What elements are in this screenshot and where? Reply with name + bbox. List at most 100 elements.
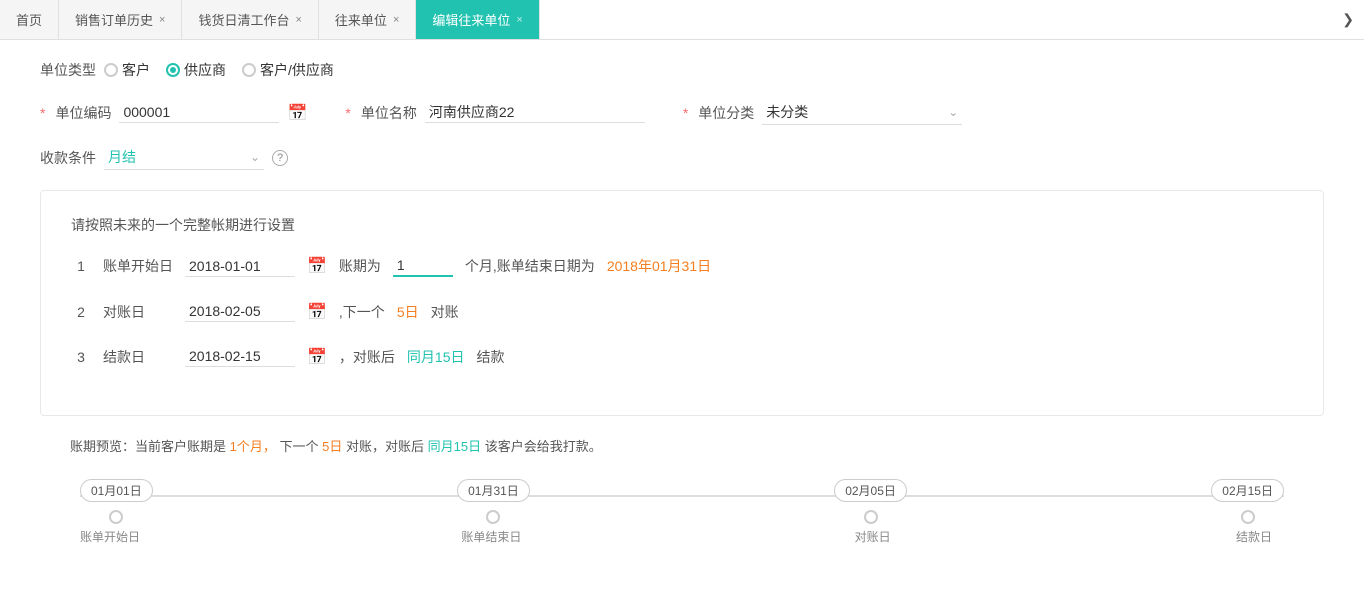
unit-type-radio-group: 客户 供应商 客户/供应商 [104,60,334,80]
timeline-label-3: 对账日 [843,528,903,545]
unit-code-label: 单位编码 [55,103,111,123]
unit-type-row: 单位类型 客户 供应商 客户/供应商 [40,60,1324,80]
tab-bar: 首页 销售订单历史 × 钱货日清工作台 × 往来单位 × 编辑往来单位 × ❯ [0,0,1364,40]
timeline-point-4: 02月15日 [1211,479,1284,524]
unit-category-required: * [683,105,688,121]
preview-suffix: 该客户会给我打款。 [485,439,602,454]
timeline-date-1: 01月01日 [80,479,153,502]
radio-customer-supplier-label: 客户/供应商 [260,60,334,80]
reconcile-date-calendar-icon[interactable]: 📅 [307,302,327,322]
preview-middle: 下一个 [280,439,319,454]
timeline-date-3: 02月05日 [834,479,907,502]
timeline-label-2: 账单结束日 [461,528,521,545]
panel-title: 请按照未来的一个完整帐期进行设置 [71,215,1293,235]
timeline-dot-1 [109,510,123,524]
payment-terms-row: 收款条件 月结 ⌄ ? [40,145,1324,170]
unit-name-input[interactable] [425,102,645,123]
setting-key-2: 对账日 [103,302,173,322]
setting-number-3: 3 [71,349,91,365]
period-input[interactable] [393,255,453,277]
timeline-date-2: 01月31日 [457,479,530,502]
preview-section: 账期预览：当前客户账期是 1个月， 下一个 5日 对账，对账后 同月15日 该客… [40,436,1324,455]
tab-more-button[interactable]: ❯ [1332,0,1364,39]
tab-sales-order-history-label: 销售订单历史 [75,10,153,29]
period-end-date: 2018年01月31日 [607,256,711,276]
tab-cash-goods-workbench-close[interactable]: × [295,14,301,26]
preview-payment: 同月15日 [428,439,481,454]
preview-period: 1个月， [230,439,276,454]
timeline-dot-3 [864,510,878,524]
start-date-calendar-icon[interactable]: 📅 [307,256,327,276]
setting-key-1: 账单开始日 [103,256,173,276]
timeline-wrapper: 01月01日 01月31日 02月05日 02月15日 [40,479,1324,524]
radio-supplier-circle [166,63,180,77]
tab-cash-goods-workbench[interactable]: 钱货日清工作台 × [182,0,318,39]
setting-row-2: 2 对账日 📅 ,下一个 5日 对账 [71,301,1293,322]
reconcile-day-highlight: 5日 [397,302,419,322]
period-label: 账期为 [339,256,381,276]
preview-reconcile: 5日 [322,439,342,454]
setting-row-1: 1 账单开始日 📅 账期为 个月,账单结束日期为 2018年01月31日 [71,255,1293,277]
payment-date-calendar-icon[interactable]: 📅 [307,347,327,367]
timeline-point-3: 02月05日 [834,479,907,524]
unit-category-value: 未分类 [766,102,948,122]
tab-counterparty-close[interactable]: × [393,14,399,26]
radio-customer-circle [104,63,118,77]
tab-edit-counterparty-label: 编辑往来单位 [432,10,510,29]
tab-edit-counterparty-close[interactable]: × [516,14,522,26]
payment-suffix: 结款 [477,347,505,367]
unit-code-required: * [40,105,45,121]
unit-code-input[interactable] [119,102,279,123]
unit-name-required: * [345,105,350,121]
unit-category-dropdown[interactable]: 未分类 ⌄ [762,100,962,125]
preview-prefix: 账期预览：当前客户账期是 [70,439,226,454]
payment-terms-dropdown[interactable]: 月结 ⌄ [104,145,264,170]
timeline-date-4: 02月15日 [1211,479,1284,502]
timeline-label-4: 结款日 [1224,528,1284,545]
start-date-input[interactable] [185,256,295,277]
timeline-label-1: 账单开始日 [80,528,140,545]
settings-panel: 请按照未来的一个完整帐期进行设置 1 账单开始日 📅 账期为 个月,账单结束日期… [40,190,1324,416]
reconcile-date-input[interactable] [185,301,295,322]
unit-info-row: * 单位编码 📅 * 单位名称 * 单位分类 未分类 ⌄ [40,100,1324,125]
payment-day-highlight: 同月15日 [407,347,465,367]
tab-sales-order-history[interactable]: 销售订单历史 × [59,0,182,39]
payment-terms-help[interactable]: ? [272,150,288,166]
timeline-labels: 账单开始日 账单结束日 对账日 结款日 [40,528,1324,545]
unit-code-icon[interactable]: 📅 [287,103,307,123]
tab-edit-counterparty[interactable]: 编辑往来单位 × [416,0,539,39]
unit-name-label: 单位名称 [361,103,417,123]
setting-number-1: 1 [71,258,91,274]
payment-date-input[interactable] [185,346,295,367]
setting-key-3: 结款日 [103,347,173,367]
tab-home-label: 首页 [16,10,42,29]
radio-customer[interactable]: 客户 [104,60,150,80]
timeline-point-1: 01月01日 [80,479,153,524]
radio-customer-supplier[interactable]: 客户/供应商 [242,60,334,80]
radio-customer-supplier-circle [242,63,256,77]
tab-sales-order-history-close[interactable]: × [159,14,165,26]
payment-terms-arrow: ⌄ [250,150,260,164]
tab-home[interactable]: 首页 [0,0,59,39]
main-content: 单位类型 客户 供应商 客户/供应商 * 单位编码 📅 * 单位名称 * 单位分… [0,40,1364,608]
period-unit: 个月,账单结束日期为 [465,256,595,276]
payment-prefix: ，对账后 [339,347,395,367]
timeline-point-2: 01月31日 [457,479,530,524]
setting-number-2: 2 [71,304,91,320]
unit-category-label: 单位分类 [698,103,754,123]
unit-category-arrow: ⌄ [948,105,958,119]
preview-after-reconcile: 对账，对账后 [346,439,424,454]
payment-terms-value: 月结 [108,147,250,167]
reconcile-suffix: 对账 [431,302,459,322]
unit-type-label: 单位类型 [40,60,96,80]
setting-row-3: 3 结款日 📅 ，对账后 同月15日 结款 [71,346,1293,367]
radio-supplier-label: 供应商 [184,60,226,80]
tab-counterparty[interactable]: 往来单位 × [319,0,416,39]
payment-terms-label: 收款条件 [40,148,96,168]
tab-counterparty-label: 往来单位 [335,10,387,29]
timeline-points: 01月01日 01月31日 02月05日 02月15日 [80,479,1284,524]
reconcile-prefix: ,下一个 [339,302,385,322]
radio-customer-label: 客户 [122,60,150,80]
radio-supplier[interactable]: 供应商 [166,60,226,80]
tab-cash-goods-workbench-label: 钱货日清工作台 [198,10,289,29]
